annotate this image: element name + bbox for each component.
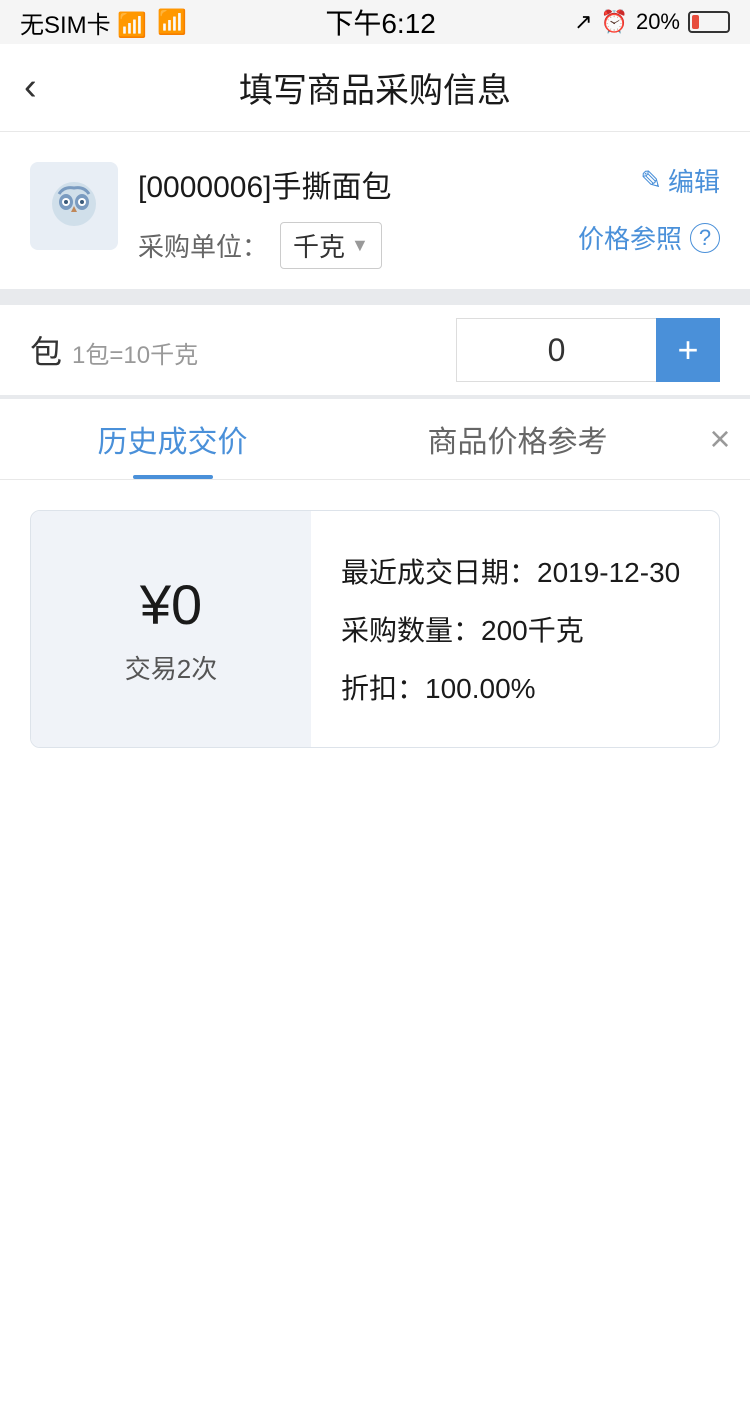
history-summary: ¥0 交易2次 (31, 511, 311, 747)
product-header: [0000006]手撕面包 采购单位： 千克 ▼ ✎ 编辑 价格参照 ? (30, 162, 720, 269)
unit-label: 采购单位： (138, 227, 268, 264)
unit-char: 包 (30, 327, 62, 373)
page-header: ‹ 填写商品采购信息 (0, 44, 750, 132)
product-section: [0000006]手撕面包 采购单位： 千克 ▼ ✎ 编辑 价格参照 ? (0, 132, 750, 289)
tabs-row: 历史成交价 商品价格参考 × (0, 399, 750, 479)
back-button[interactable]: ‹ (24, 66, 37, 109)
battery-percent: 20% (636, 9, 680, 35)
page-title: 填写商品采购信息 (239, 63, 511, 112)
product-name: [0000006]手撕面包 (138, 162, 391, 206)
status-bar: 无SIM卡 📶 📶 下午6:12 ↗ ⏰ 20% (0, 0, 750, 44)
discount: 折扣：100.00% (341, 667, 689, 707)
plus-icon: + (677, 329, 698, 371)
history-content: ¥0 交易2次 最近成交日期：2019-12-30 采购数量：200千克 折扣：… (0, 480, 750, 778)
history-price: ¥0 (140, 572, 202, 637)
product-actions: ✎ 编辑 价格参照 ? (578, 162, 720, 256)
status-right: ↗ ⏰ 20% (574, 9, 730, 35)
product-left: [0000006]手撕面包 采购单位： 千克 ▼ (30, 162, 391, 269)
history-transactions: 交易2次 (125, 649, 217, 686)
recent-date: 最近成交日期：2019-12-30 (341, 551, 689, 591)
edit-label: 编辑 (668, 162, 720, 199)
edit-button[interactable]: ✎ 编辑 (640, 162, 720, 199)
product-info: [0000006]手撕面包 采购单位： 千克 ▼ (138, 162, 391, 269)
unit-conversion: 1包=10千克 (72, 335, 198, 370)
location-icon: ↗ (574, 9, 592, 35)
quantity-control: 0 + (456, 318, 720, 382)
chevron-down-icon: ▼ (351, 235, 369, 256)
tab1-label: 历史成交价 (98, 417, 248, 461)
tab2-label: 商品价格参考 (428, 417, 608, 461)
tab-product-price-ref[interactable]: 商品价格参考 (345, 399, 690, 479)
quantity-input[interactable]: 0 (456, 318, 656, 382)
history-details: 最近成交日期：2019-12-30 采购数量：200千克 折扣：100.00% (311, 511, 719, 747)
edit-icon: ✎ (640, 165, 662, 196)
battery-icon (688, 11, 730, 33)
wifi-icon: 📶 (157, 8, 187, 37)
quantity-label: 包 1包=10千克 (30, 327, 198, 373)
unit-select[interactable]: 千克 ▼ (280, 222, 382, 269)
increase-button[interactable]: + (656, 318, 720, 382)
section-divider-1 (0, 289, 750, 305)
tab-active-indicator (133, 475, 213, 479)
purchase-quantity: 采购数量：200千克 (341, 609, 689, 649)
status-time: 下午6:12 (325, 2, 436, 42)
alarm-icon: ⏰ (601, 9, 628, 35)
quantity-row: 包 1包=10千克 0 + (0, 305, 750, 395)
status-left: 无SIM卡 📶 📶 (20, 5, 187, 40)
tabs-container: 历史成交价 商品价格参考 × (0, 399, 750, 480)
quantity-value: 0 (548, 332, 566, 369)
help-icon: ? (690, 223, 720, 253)
close-tabs-button[interactable]: × (690, 399, 750, 479)
product-unit-row: 采购单位： 千克 ▼ (138, 222, 391, 269)
history-card: ¥0 交易2次 最近成交日期：2019-12-30 采购数量：200千克 折扣：… (30, 510, 720, 748)
owl-logo-icon (44, 176, 104, 236)
unit-value: 千克 (293, 227, 345, 264)
product-thumbnail (30, 162, 118, 250)
empty-content-area (0, 778, 750, 1418)
carrier-text: 无SIM卡 📶 (20, 5, 147, 40)
close-icon: × (709, 418, 730, 460)
tab-history-price[interactable]: 历史成交价 (0, 399, 345, 479)
price-reference-button[interactable]: 价格参照 ? (578, 219, 720, 256)
price-ref-label: 价格参照 (578, 219, 682, 256)
